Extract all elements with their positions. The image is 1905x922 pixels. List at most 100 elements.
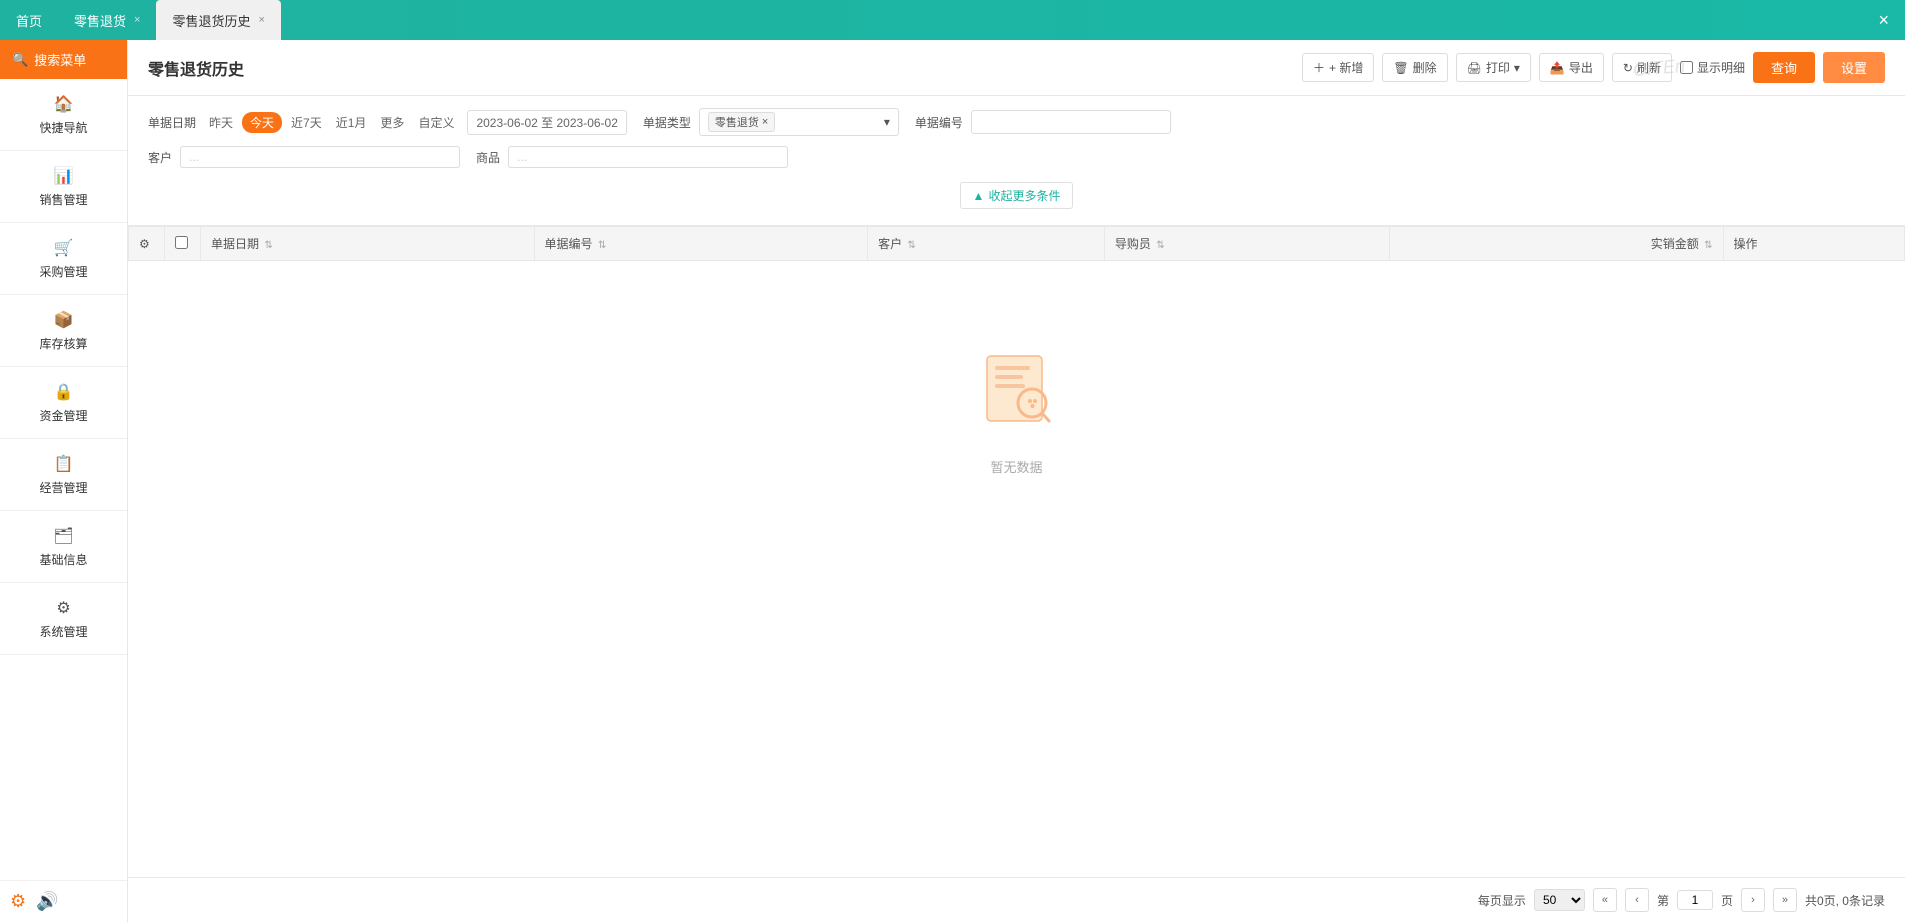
date-option-yesterday[interactable]: 昨天 <box>204 112 238 133</box>
sidebar-item-quick-nav[interactable]: 🏠 快捷导航 <box>0 79 127 151</box>
tab-retail-return-history[interactable]: 零售退货历史 × <box>156 0 280 40</box>
sidebar-item-business[interactable]: 📋 经营管理 <box>0 439 127 511</box>
page-label: 第 <box>1657 892 1669 909</box>
query-button[interactable]: 查询 <box>1753 52 1815 83</box>
plus-icon: ＋ <box>1313 59 1325 76</box>
show-detail-input[interactable] <box>1680 61 1693 74</box>
pagination-bar: 每页显示 50 10 20 100 « ‹ 第 页 › » 共0页, 0条记录 <box>128 877 1905 922</box>
th-guide[interactable]: 导购员 ⇅ <box>1104 227 1389 261</box>
customer-filter-select[interactable]: ... <box>180 146 460 168</box>
th-checkbox[interactable] <box>165 227 201 261</box>
filter-area: 单据日期 昨天 今天 近7天 近1月 更多 自定义 2023-06-02 至 2… <box>128 96 1905 226</box>
goods-filter-placeholder: ... <box>517 150 527 164</box>
table-header: ⚙ 单据日期 ⇅ 单据编号 ⇅ <box>129 227 1905 261</box>
purchase-icon: 🛒 <box>53 237 75 259</box>
customer-filter-item: 客户 ... <box>148 146 460 168</box>
date-range-value: 2023-06-02 至 2023-06-02 <box>476 116 617 130</box>
goods-filter-select[interactable]: ... <box>508 146 788 168</box>
voucher-filter-input[interactable] <box>971 110 1171 134</box>
date-range-input[interactable]: 2023-06-02 至 2023-06-02 <box>467 110 626 135</box>
th-customer[interactable]: 客户 ⇅ <box>868 227 1105 261</box>
tab-retail-return-label: 零售退货 <box>74 11 126 30</box>
filter-row-2: 客户 ... 商品 ... <box>148 146 1885 168</box>
volume-icon[interactable]: 🔊 <box>36 891 58 912</box>
table-header-row: ⚙ 单据日期 ⇅ 单据编号 ⇅ <box>129 227 1905 261</box>
tab-home-label: 首页 <box>16 11 42 30</box>
select-all-checkbox[interactable] <box>175 236 188 249</box>
sidebar-item-purchase[interactable]: 🛒 采购管理 <box>0 223 127 295</box>
empty-state: 暂无数据 <box>128 261 1905 556</box>
new-button[interactable]: ＋ + 新增 <box>1302 53 1374 82</box>
sidebar-item-basic-info[interactable]: 🗂 基础信息 <box>0 511 127 583</box>
export-button[interactable]: 📤 导出 <box>1539 53 1604 82</box>
type-filter-item: 单据类型 零售退货 × ▾ <box>643 108 899 136</box>
top-bar: 首页 零售退货 × 零售退货历史 × × <box>0 0 1905 40</box>
th-guide-label: 导购员 <box>1115 237 1151 251</box>
th-settings[interactable]: ⚙ <box>129 227 165 261</box>
inventory-icon: 📦 <box>53 309 75 331</box>
date-option-today[interactable]: 今天 <box>242 112 282 133</box>
settings-gear-icon[interactable]: ⚙ <box>10 891 26 912</box>
total-info: 共0页, 0条记录 <box>1805 892 1885 909</box>
print-button[interactable]: 🖨 打印 ▾ <box>1456 53 1531 82</box>
setting-button-label: 设置 <box>1841 61 1867 76</box>
delete-button[interactable]: 🗑 删除 <box>1382 53 1447 82</box>
setting-button[interactable]: 设置 <box>1823 52 1885 83</box>
page-number-input[interactable] <box>1677 890 1713 910</box>
business-icon: 📋 <box>53 453 75 475</box>
date-option-7days[interactable]: 近7天 <box>286 112 327 133</box>
tab-retail-return-history-label: 零售退货历史 <box>172 11 250 30</box>
th-number[interactable]: 单据编号 ⇅ <box>534 227 868 261</box>
refresh-button-label: 刷新 <box>1637 59 1661 76</box>
empty-text: 暂无数据 <box>990 457 1042 476</box>
refresh-button[interactable]: ↻ 刷新 <box>1612 53 1672 82</box>
goods-filter-label: 商品 <box>476 149 500 166</box>
app-close-button[interactable]: × <box>1862 0 1905 40</box>
per-page-select[interactable]: 50 10 20 100 <box>1534 889 1585 911</box>
export-button-label: 导出 <box>1569 59 1593 76</box>
tab-home[interactable]: 首页 <box>0 0 58 40</box>
content-area: 零售退货历史 ＋ + 新增 🗑 删除 🖨 打印 ▾ 📤 导出 <box>128 40 1905 922</box>
date-option-1month[interactable]: 近1月 <box>331 112 372 133</box>
sidebar-item-finance-label: 资金管理 <box>39 407 87 424</box>
delete-icon: 🗑 <box>1393 61 1408 75</box>
finance-icon: 🔒 <box>53 381 75 403</box>
system-icon: ⚙ <box>53 597 75 619</box>
type-filter-tag-close[interactable]: × <box>762 116 768 128</box>
date-filter-options: 昨天 今天 近7天 近1月 更多 自定义 <box>204 112 459 133</box>
sidebar-item-business-label: 经营管理 <box>39 479 87 496</box>
sidebar-item-basic-info-label: 基础信息 <box>39 551 87 568</box>
tab-retail-return-close[interactable]: × <box>134 14 140 26</box>
sidebar-item-finance[interactable]: 🔒 资金管理 <box>0 367 127 439</box>
goods-filter-item: 商品 ... <box>476 146 788 168</box>
table-area: ⚙ 单据日期 ⇅ 单据编号 ⇅ <box>128 226 1905 877</box>
main-layout: 🔍 搜索菜单 🏠 快捷导航 📊 销售管理 🛒 采购管理 📦 库存核算 🔒 资金管… <box>0 40 1905 922</box>
empty-illustration <box>967 341 1067 441</box>
number-sort-icon: ⇅ <box>598 240 606 251</box>
customer-sort-icon: ⇅ <box>907 240 915 251</box>
collapse-button-label: 收起更多条件 <box>988 187 1060 204</box>
sidebar-search[interactable]: 🔍 搜索菜单 <box>0 40 127 79</box>
tab-retail-return[interactable]: 零售退货 × <box>58 0 156 40</box>
type-filter-select[interactable]: 零售退货 × ▾ <box>699 108 899 136</box>
th-date[interactable]: 单据日期 ⇅ <box>201 227 535 261</box>
sidebar-item-sales[interactable]: 📊 销售管理 <box>0 151 127 223</box>
customer-filter-placeholder: ... <box>189 150 199 164</box>
show-detail-checkbox[interactable]: 显示明细 <box>1680 59 1745 76</box>
prev-page-button[interactable]: ‹ <box>1625 888 1649 912</box>
collapse-button[interactable]: ▲ 收起更多条件 <box>960 182 1074 209</box>
tab-retail-return-history-close[interactable]: × <box>258 14 264 26</box>
sidebar-item-inventory[interactable]: 📦 库存核算 <box>0 295 127 367</box>
th-date-label: 单据日期 <box>211 237 259 251</box>
print-icon: 🖨 <box>1467 61 1482 75</box>
date-option-more[interactable]: 更多 <box>375 112 409 133</box>
basic-info-icon: 🗂 <box>53 525 75 547</box>
first-page-button[interactable]: « <box>1593 888 1617 912</box>
sidebar-item-system[interactable]: ⚙ 系统管理 <box>0 583 127 655</box>
last-page-button[interactable]: » <box>1773 888 1797 912</box>
sidebar: 🔍 搜索菜单 🏠 快捷导航 📊 销售管理 🛒 采购管理 📦 库存核算 🔒 资金管… <box>0 40 128 922</box>
th-operation-label: 操作 <box>1734 237 1758 251</box>
th-amount[interactable]: 实销金额 ⇅ <box>1390 227 1724 261</box>
date-option-custom[interactable]: 自定义 <box>413 112 459 133</box>
next-page-button[interactable]: › <box>1741 888 1765 912</box>
